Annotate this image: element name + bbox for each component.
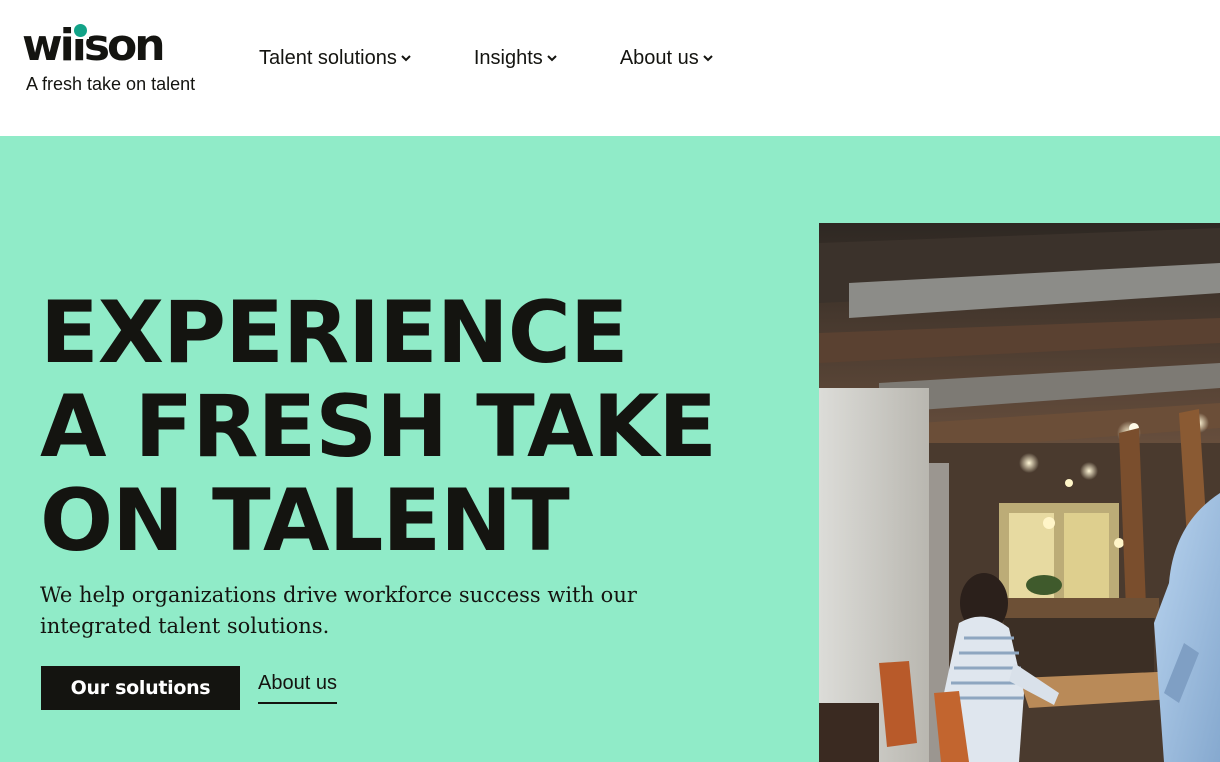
main-nav: Talent solutions Insights About us xyxy=(259,44,714,72)
nav-insights[interactable]: Insights xyxy=(474,44,558,72)
nav-about-us[interactable]: About us xyxy=(620,44,714,72)
logo-dot xyxy=(74,24,87,37)
nav-talent-solutions[interactable]: Talent solutions xyxy=(259,44,412,72)
logo-wordmark: wilson xyxy=(22,20,166,71)
headline-line: A FRESH TAKE xyxy=(40,377,717,477)
our-solutions-button[interactable]: Our solutions xyxy=(41,666,240,710)
office-photo xyxy=(819,223,1220,762)
logo-tagline: A fresh take on talent xyxy=(26,74,196,94)
about-us-link[interactable]: About us xyxy=(258,670,337,704)
nav-about-us-label: About us xyxy=(619,47,699,69)
hero-section: EXPERIENCE A FRESH TAKE ON TALENT We hel… xyxy=(0,136,1220,762)
nav-talent-solutions-label: Talent solutions xyxy=(259,47,397,69)
hero-headline: EXPERIENCE A FRESH TAKE ON TALENT xyxy=(40,286,760,568)
nav-insights-label: Insights xyxy=(473,47,543,69)
chevron-down-icon xyxy=(546,52,558,64)
chevron-down-icon xyxy=(702,52,714,64)
hero-subtext: We help organizations drive workforce su… xyxy=(40,583,637,638)
wilson-logo[interactable]: wilson A fresh take on talent xyxy=(22,22,202,96)
site-header: wilson A fresh take on talent Talent sol… xyxy=(0,0,1220,136)
chevron-down-icon xyxy=(400,52,412,64)
headline-line: EXPERIENCE xyxy=(40,283,629,383)
headline-line: ON TALENT xyxy=(40,471,570,571)
